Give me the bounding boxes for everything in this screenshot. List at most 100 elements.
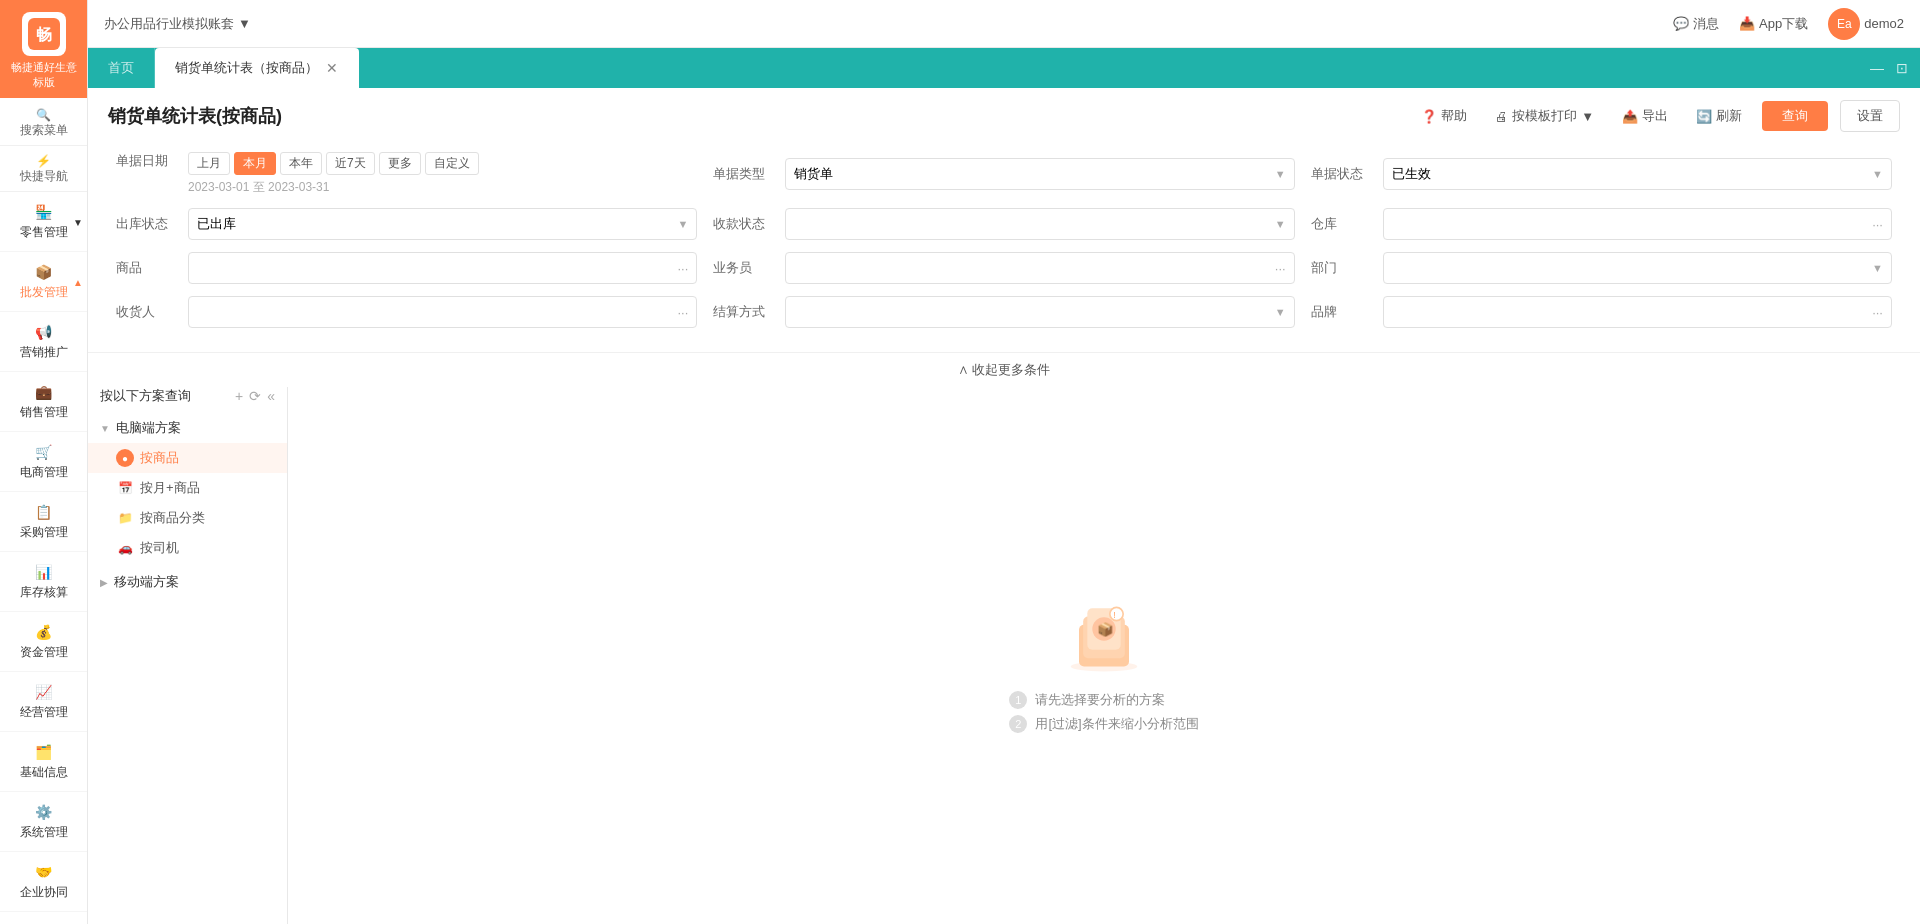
wholesale-icon: 📦 (34, 262, 54, 282)
industry-name: 办公用品行业模拟账套 (104, 15, 234, 33)
industry-selector[interactable]: 办公用品行业模拟账套 ▼ (104, 15, 251, 33)
sidebar-item-retail[interactable]: 🏪 零售管理 ▼ (0, 192, 87, 252)
date-btn-thisyear[interactable]: 本年 (280, 152, 322, 175)
sidebar-item-ecommerce[interactable]: 🛒 电商管理 (0, 432, 87, 492)
chevron-right-icon: ▼ (73, 216, 83, 227)
sidebar-item-label: 经营管理 (20, 704, 68, 721)
template-print-button[interactable]: 🖨 按模板打印 ▼ (1487, 103, 1602, 129)
tab-close-icon[interactable]: ✕ (326, 61, 338, 75)
header-left: 办公用品行业模拟账套 ▼ (104, 15, 251, 33)
brand-label: 品牌 (1311, 303, 1367, 321)
basic-icon: 🗂️ (34, 742, 54, 762)
settings-button[interactable]: 设置 (1840, 100, 1900, 132)
settlement-select[interactable]: ▼ (785, 296, 1294, 328)
marketing-icon: 📢 (34, 322, 54, 342)
sidebar-item-enterprise[interactable]: 🤝 企业协同 (0, 852, 87, 912)
content-area: 销货单统计表(按商品) ❓ 帮助 🖨 按模板打印 ▼ 📤 导出 🔄 刷新 (88, 88, 1920, 924)
svg-text:!: ! (1113, 610, 1115, 620)
warehouse-label: 仓库 (1311, 215, 1367, 233)
sidebar-item-procurement[interactable]: 📋 采购管理 (0, 492, 87, 552)
date-btn-custom[interactable]: 自定义 (425, 152, 479, 175)
tree-item-month-icon: 📅 (116, 479, 134, 497)
solution-refresh-icon[interactable]: ⟳ (249, 388, 261, 404)
empty-tip-2: 2 用[过滤]条件来缩小分析范围 (1009, 715, 1198, 733)
message-button[interactable]: 💬 消息 (1673, 15, 1719, 33)
tab-home-label: 首页 (108, 59, 134, 77)
minimize-icon[interactable]: — (1870, 60, 1884, 76)
salesperson-input[interactable]: ··· (785, 252, 1294, 284)
sidebar-item-marketing[interactable]: 📢 营销推广 (0, 312, 87, 372)
goods-input[interactable]: ··· (188, 252, 697, 284)
date-btn-7days[interactable]: 近7天 (326, 152, 375, 175)
tab-home[interactable]: 首页 (88, 48, 155, 88)
help-button[interactable]: ❓ 帮助 (1413, 103, 1475, 129)
sidebar-item-basic[interactable]: 🗂️ 基础信息 (0, 732, 87, 792)
message-icon: 💬 (1673, 16, 1689, 31)
tree-item-by-month-goods[interactable]: 📅 按月+商品 (88, 473, 287, 503)
main-area: 办公用品行业模拟账套 ▼ 💬 消息 📥 App下载 Ea demo2 首页 销货… (88, 0, 1920, 924)
tree-group-desktop-header[interactable]: ▼ 电脑端方案 (88, 413, 287, 443)
app-download-button[interactable]: 📥 App下载 (1739, 15, 1808, 33)
brand-input[interactable]: ··· (1383, 296, 1892, 328)
sidebar-item-wholesale[interactable]: 📦 批发管理 ▲ (0, 252, 87, 312)
chevron-up-icon: ▲ (73, 276, 83, 287)
export-button[interactable]: 📤 导出 (1614, 103, 1676, 129)
tab-report[interactable]: 销货单统计表（按商品） ✕ (155, 48, 359, 88)
solution-add-icon[interactable]: + (235, 388, 243, 404)
warehouse-input[interactable]: ··· (1383, 208, 1892, 240)
tree-group-desktop: ▼ 电脑端方案 ● 按商品 📅 按月+商品 📁 按商品分类 (88, 413, 287, 563)
maximize-icon[interactable]: ⊡ (1896, 60, 1908, 76)
receiver-picker-icon[interactable]: ··· (677, 305, 688, 320)
warehouse-picker-icon[interactable]: ··· (1872, 217, 1883, 232)
date-btn-more[interactable]: 更多 (379, 152, 421, 175)
dept-select[interactable]: ▼ (1383, 252, 1892, 284)
top-header: 办公用品行业模拟账套 ▼ 💬 消息 📥 App下载 Ea demo2 (88, 0, 1920, 48)
solution-panel: 按以下方案查询 + ⟳ « ▼ 电脑端方案 ● 按商品 (88, 387, 288, 924)
refresh-button[interactable]: 🔄 刷新 (1688, 103, 1750, 129)
sidebar-item-operation[interactable]: 📈 经营管理 (0, 672, 87, 732)
salesperson-label: 业务员 (713, 259, 769, 277)
out-status-select[interactable]: 已出库 ▼ (188, 208, 697, 240)
sidebar-shortcut-nav[interactable]: ⚡ 快捷导航 (0, 146, 87, 192)
sidebar-item-label: 采购管理 (20, 524, 68, 541)
collapse-label: ∧ 收起更多条件 (958, 362, 1051, 377)
dept-dropdown-icon: ▼ (1872, 262, 1883, 274)
sidebar-search-menu[interactable]: 🔍 搜索菜单 (0, 98, 87, 146)
tree-item-by-printer[interactable]: 🚗 按司机 (88, 533, 287, 563)
logo-icon: 畅 (22, 12, 66, 56)
user-menu[interactable]: Ea demo2 (1828, 8, 1904, 40)
sidebar-item-guide[interactable]: 🎯 新手引导 (0, 912, 87, 924)
date-btn-lastmonth[interactable]: 上月 (188, 152, 230, 175)
out-status-dropdown-icon: ▼ (677, 218, 688, 230)
sidebar-item-sales[interactable]: 💼 销售管理 (0, 372, 87, 432)
doc-status-select[interactable]: 已生效 ▼ (1383, 158, 1892, 190)
tab-spacer (359, 48, 1858, 88)
tree-item-by-category[interactable]: 📁 按商品分类 (88, 503, 287, 533)
collapse-bar[interactable]: ∧ 收起更多条件 (88, 352, 1920, 387)
window-controls: — ⊡ (1858, 48, 1920, 88)
procurement-icon: 📋 (34, 502, 54, 522)
tree-expand-icon: ▼ (100, 423, 110, 434)
svg-text:📦: 📦 (1097, 621, 1114, 638)
tree-group-mobile-header[interactable]: ▶ 移动端方案 (88, 567, 287, 597)
brand-picker-icon[interactable]: ··· (1872, 305, 1883, 320)
solution-collapse-icon[interactable]: « (267, 388, 275, 404)
salesperson-picker-icon[interactable]: ··· (1275, 261, 1286, 276)
receiver-input[interactable]: ··· (188, 296, 697, 328)
tree-item-by-category-label: 按商品分类 (140, 509, 205, 527)
sales-icon: 💼 (34, 382, 54, 402)
solution-title: 按以下方案查询 (100, 387, 191, 405)
doc-type-select[interactable]: 销货单 ▼ (785, 158, 1294, 190)
sidebar-item-finance[interactable]: 💰 资金管理 (0, 612, 87, 672)
out-status-label: 出库状态 (116, 215, 172, 233)
download-icon: 📥 (1739, 16, 1755, 31)
collect-status-select[interactable]: ▼ (785, 208, 1294, 240)
query-button[interactable]: 查询 (1762, 101, 1828, 131)
tree-item-by-goods[interactable]: ● 按商品 (88, 443, 287, 473)
date-btn-thismonth[interactable]: 本月 (234, 152, 276, 175)
date-range: 2023-03-01 至 2023-03-31 (188, 179, 697, 196)
sidebar-item-inventory[interactable]: 📊 库存核算 (0, 552, 87, 612)
sidebar-item-system[interactable]: ⚙️ 系统管理 (0, 792, 87, 852)
system-icon: ⚙️ (34, 802, 54, 822)
goods-picker-icon[interactable]: ··· (677, 261, 688, 276)
